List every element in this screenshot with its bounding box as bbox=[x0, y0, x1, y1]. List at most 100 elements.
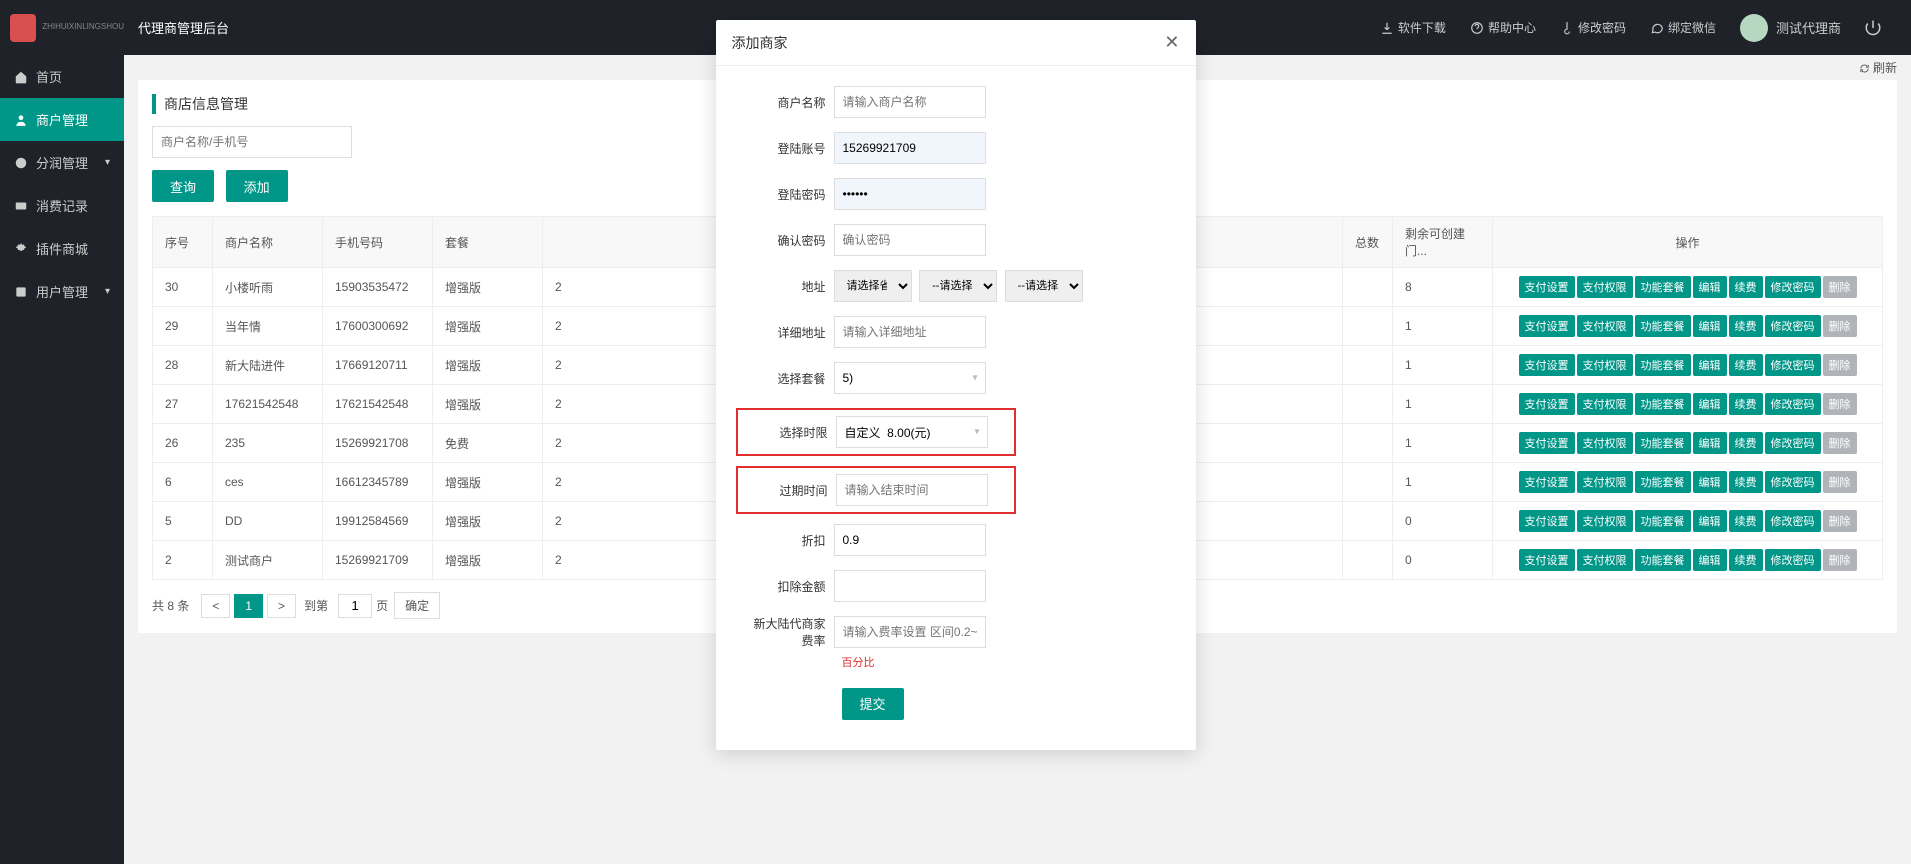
input-rate[interactable] bbox=[834, 616, 986, 648]
select-duration[interactable] bbox=[836, 416, 988, 448]
btn-pay-perm[interactable]: 支付权限 bbox=[1577, 315, 1633, 337]
btn-edit[interactable]: 编辑 bbox=[1693, 315, 1727, 337]
btn-renew[interactable]: 续费 bbox=[1729, 276, 1763, 298]
btn-delete[interactable]: 删除 bbox=[1823, 276, 1857, 298]
btn-pay-set[interactable]: 支付设置 bbox=[1519, 354, 1575, 376]
page-prev[interactable]: < bbox=[201, 594, 230, 618]
btn-func-plan[interactable]: 功能套餐 bbox=[1635, 549, 1691, 571]
btn-pay-set[interactable]: 支付设置 bbox=[1519, 315, 1575, 337]
btn-pay-set[interactable]: 支付设置 bbox=[1519, 549, 1575, 571]
btn-delete[interactable]: 删除 bbox=[1823, 432, 1857, 454]
sidebar-item-home[interactable]: 首页 bbox=[0, 55, 124, 98]
page-next[interactable]: > bbox=[267, 594, 296, 618]
top-help[interactable]: 帮助中心 bbox=[1458, 0, 1548, 55]
sidebar-item-user[interactable]: 用户管理 ▾ bbox=[0, 270, 124, 313]
btn-renew[interactable]: 续费 bbox=[1729, 354, 1763, 376]
btn-chg-pwd[interactable]: 修改密码 bbox=[1765, 315, 1821, 337]
btn-edit[interactable]: 编辑 bbox=[1693, 354, 1727, 376]
btn-chg-pwd[interactable]: 修改密码 bbox=[1765, 549, 1821, 571]
input-deduct[interactable] bbox=[834, 570, 986, 602]
select-city[interactable]: --请选择市区 bbox=[919, 270, 997, 302]
input-login-account[interactable] bbox=[834, 132, 986, 164]
btn-delete[interactable]: 删除 bbox=[1823, 393, 1857, 415]
top-bind-wechat[interactable]: 绑定微信 bbox=[1638, 0, 1728, 55]
btn-renew[interactable]: 续费 bbox=[1729, 393, 1763, 415]
btn-pay-set[interactable]: 支付设置 bbox=[1519, 393, 1575, 415]
btn-pay-perm[interactable]: 支付权限 bbox=[1577, 393, 1633, 415]
btn-pay-perm[interactable]: 支付权限 bbox=[1577, 510, 1633, 532]
btn-chg-pwd[interactable]: 修改密码 bbox=[1765, 354, 1821, 376]
btn-delete[interactable]: 删除 bbox=[1823, 471, 1857, 493]
btn-edit[interactable]: 编辑 bbox=[1693, 276, 1727, 298]
sidebar-item-consume[interactable]: 消费记录 bbox=[0, 184, 124, 227]
page-total: 共 8 条 bbox=[152, 597, 189, 614]
btn-edit[interactable]: 编辑 bbox=[1693, 510, 1727, 532]
input-detail-address[interactable] bbox=[834, 316, 986, 348]
search-button[interactable]: 查询 bbox=[152, 170, 214, 202]
btn-chg-pwd[interactable]: 修改密码 bbox=[1765, 276, 1821, 298]
search-input[interactable] bbox=[152, 126, 352, 158]
btn-delete[interactable]: 删除 bbox=[1823, 354, 1857, 376]
input-expire[interactable] bbox=[836, 474, 988, 506]
btn-pay-set[interactable]: 支付设置 bbox=[1519, 471, 1575, 493]
page-1[interactable]: 1 bbox=[234, 594, 263, 618]
cell-name: 当年情 bbox=[213, 307, 323, 346]
btn-func-plan[interactable]: 功能套餐 bbox=[1635, 432, 1691, 454]
btn-edit[interactable]: 编辑 bbox=[1693, 549, 1727, 571]
goto-confirm[interactable]: 确定 bbox=[394, 592, 440, 619]
select-district[interactable]: --请选择市县 bbox=[1005, 270, 1083, 302]
cell-phone: 19912584569 bbox=[323, 502, 433, 541]
btn-func-plan[interactable]: 功能套餐 bbox=[1635, 471, 1691, 493]
select-plan[interactable] bbox=[834, 362, 986, 394]
btn-func-plan[interactable]: 功能套餐 bbox=[1635, 276, 1691, 298]
btn-renew[interactable]: 续费 bbox=[1729, 432, 1763, 454]
btn-delete[interactable]: 删除 bbox=[1823, 510, 1857, 532]
top-download[interactable]: 软件下载 bbox=[1368, 0, 1458, 55]
btn-renew[interactable]: 续费 bbox=[1729, 510, 1763, 532]
btn-delete[interactable]: 删除 bbox=[1823, 549, 1857, 571]
btn-pay-perm[interactable]: 支付权限 bbox=[1577, 549, 1633, 571]
input-discount[interactable] bbox=[834, 524, 986, 556]
input-confirm-password[interactable] bbox=[834, 224, 986, 256]
modal-close-button[interactable]: ✕ bbox=[1164, 32, 1179, 53]
sidebar-item-profit[interactable]: 分润管理 ▾ bbox=[0, 141, 124, 184]
submit-button[interactable]: 提交 bbox=[842, 688, 904, 720]
cell-remain: 8 bbox=[1393, 268, 1493, 307]
sidebar-item-merchant[interactable]: 商户管理 bbox=[0, 98, 124, 141]
btn-pay-perm[interactable]: 支付权限 bbox=[1577, 354, 1633, 376]
btn-edit[interactable]: 编辑 bbox=[1693, 393, 1727, 415]
select-province[interactable]: 请选择省 bbox=[834, 270, 912, 302]
btn-chg-pwd[interactable]: 修改密码 bbox=[1765, 471, 1821, 493]
btn-chg-pwd[interactable]: 修改密码 bbox=[1765, 432, 1821, 454]
btn-pay-set[interactable]: 支付设置 bbox=[1519, 510, 1575, 532]
btn-pay-set[interactable]: 支付设置 bbox=[1519, 276, 1575, 298]
input-merchant-name[interactable] bbox=[834, 86, 986, 118]
btn-chg-pwd[interactable]: 修改密码 bbox=[1765, 510, 1821, 532]
goto-page-input[interactable] bbox=[338, 594, 372, 618]
btn-func-plan[interactable]: 功能套餐 bbox=[1635, 393, 1691, 415]
btn-pay-set[interactable]: 支付设置 bbox=[1519, 432, 1575, 454]
btn-pay-perm[interactable]: 支付权限 bbox=[1577, 432, 1633, 454]
btn-pay-perm[interactable]: 支付权限 bbox=[1577, 276, 1633, 298]
top-logout[interactable] bbox=[1853, 8, 1893, 48]
btn-chg-pwd[interactable]: 修改密码 bbox=[1765, 393, 1821, 415]
add-button[interactable]: 添加 bbox=[226, 170, 288, 202]
input-login-password[interactable] bbox=[834, 178, 986, 210]
btn-func-plan[interactable]: 功能套餐 bbox=[1635, 354, 1691, 376]
btn-edit[interactable]: 编辑 bbox=[1693, 432, 1727, 454]
cell-plan: 增强版 bbox=[433, 502, 543, 541]
btn-renew[interactable]: 续费 bbox=[1729, 549, 1763, 571]
refresh-button[interactable]: 刷新 bbox=[1859, 61, 1897, 75]
btn-pay-perm[interactable]: 支付权限 bbox=[1577, 471, 1633, 493]
sidebar-item-plugin[interactable]: 插件商城 bbox=[0, 227, 124, 270]
label-login-account: 登陆账号 bbox=[746, 140, 834, 157]
cell-seq: 30 bbox=[153, 268, 213, 307]
top-change-pwd[interactable]: 修改密码 bbox=[1548, 0, 1638, 55]
btn-edit[interactable]: 编辑 bbox=[1693, 471, 1727, 493]
btn-func-plan[interactable]: 功能套餐 bbox=[1635, 315, 1691, 337]
btn-func-plan[interactable]: 功能套餐 bbox=[1635, 510, 1691, 532]
btn-renew[interactable]: 续费 bbox=[1729, 471, 1763, 493]
btn-renew[interactable]: 续费 bbox=[1729, 315, 1763, 337]
top-user[interactable]: 测试代理商 bbox=[1728, 14, 1853, 42]
btn-delete[interactable]: 删除 bbox=[1823, 315, 1857, 337]
